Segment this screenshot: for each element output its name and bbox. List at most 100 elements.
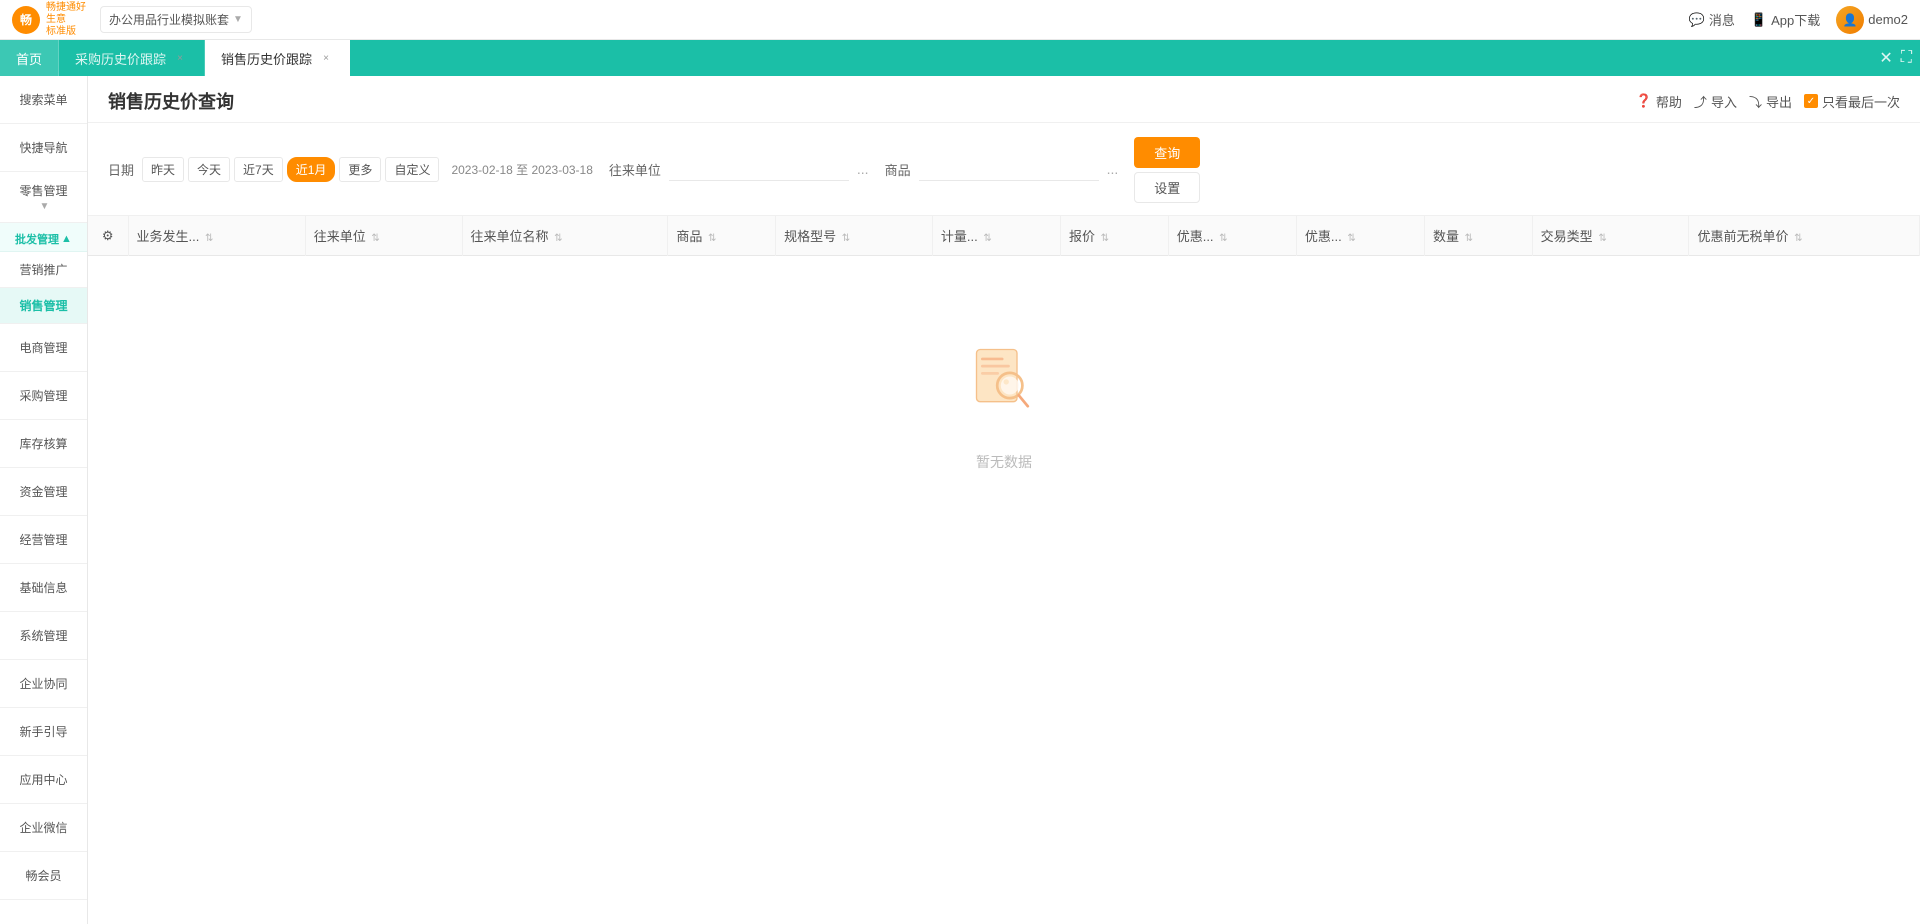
product-dots[interactable]: ... xyxy=(1107,161,1119,177)
empty-illustration xyxy=(954,336,1054,436)
import-action[interactable]: ⤴ 导入 xyxy=(1694,92,1737,111)
product-input[interactable] xyxy=(919,157,1099,181)
partner-filter-label: 往来单位 xyxy=(609,160,661,179)
main-layout: 搜索菜单 快捷导航 零售管理 ▼ 批发管理 ▲ 营销推广 销售管理 电商管理 采… xyxy=(0,76,1920,924)
finance-label: 资金管理 xyxy=(19,483,67,500)
last-only-checkbox[interactable]: ✓ 只看最后一次 xyxy=(1804,92,1900,111)
sidebar-item-marketing[interactable]: 营销推广 xyxy=(0,252,87,288)
table-header-row: ⚙ 业务发生... ⇅ 往来单位 ⇅ 往来单位名称 xyxy=(88,216,1920,256)
date-btn-yesterday[interactable]: 昨天 xyxy=(142,157,184,182)
search-menu-label: 搜索菜单 xyxy=(19,91,67,108)
page-title: 销售历史价查询 xyxy=(108,88,234,114)
th-spec[interactable]: 规格型号 ⇅ xyxy=(776,216,933,256)
product-filter-label: 商品 xyxy=(885,160,911,179)
app-selector[interactable]: 办公用品行业模拟账套 ▼ xyxy=(100,6,252,33)
th-partner[interactable]: 往来单位 ⇅ xyxy=(305,216,462,256)
tab-close-all-icon[interactable]: ✕ xyxy=(1879,48,1892,68)
checkbox-checked-icon: ✓ xyxy=(1804,94,1818,108)
sort-icon-quote: ⇅ xyxy=(1101,233,1109,244)
settings-button[interactable]: 设置 xyxy=(1134,172,1200,203)
th-pre-tax-price[interactable]: 优惠前无税单价 ⇅ xyxy=(1689,216,1920,256)
tab-purchase[interactable]: 采购历史价跟踪 × xyxy=(59,40,205,76)
sidebar-item-sales-mgmt[interactable]: 销售管理 xyxy=(0,288,87,324)
retail-mgmt-arrow: ▼ xyxy=(40,201,50,212)
th-quote[interactable]: 报价 ⇅ xyxy=(1061,216,1169,256)
app-download-nav[interactable]: 📱 App下载 xyxy=(1751,10,1820,29)
tab-sales[interactable]: 销售历史价跟踪 × xyxy=(205,40,350,76)
date-btn-custom[interactable]: 自定义 xyxy=(385,157,439,182)
logo-icon: 畅 xyxy=(12,6,40,34)
sort-icon-unit: ⇅ xyxy=(983,233,991,244)
sidebar-section-wholesale: 批发管理 ▲ xyxy=(0,223,87,252)
th-gear[interactable]: ⚙ xyxy=(88,216,128,256)
th-product[interactable]: 商品 ⇅ xyxy=(668,216,776,256)
empty-text: 暂无数据 xyxy=(976,452,1032,472)
empty-svg xyxy=(954,336,1044,426)
help-action[interactable]: ❓ 帮助 xyxy=(1636,92,1682,111)
partner-input[interactable] xyxy=(669,157,849,181)
sales-tab-close[interactable]: × xyxy=(318,50,334,66)
th-biz-date[interactable]: 业务发生... ⇅ xyxy=(128,216,305,256)
date-btn-more[interactable]: 更多 xyxy=(339,157,381,182)
export-label: 导出 xyxy=(1766,92,1792,111)
sort-icon-pre-tax-price: ⇅ xyxy=(1794,233,1802,244)
date-filter-group: 日期 昨天 今天 近7天 近1月 更多 自定义 2023-02-18 至 202… xyxy=(108,157,593,182)
sidebar-item-search-menu[interactable]: 搜索菜单 xyxy=(0,76,87,124)
sort-icon-discount1: ⇅ xyxy=(1219,233,1227,244)
sidebar-item-quick-nav[interactable]: 快捷导航 xyxy=(0,124,87,172)
top-bar: 畅 畅捷通好生意 标准版 办公用品行业模拟账套 ▼ 💬 消息 📱 App下载 👤… xyxy=(0,0,1920,40)
import-icon: ⤴ xyxy=(1694,92,1707,111)
sort-icon-quantity: ⇅ xyxy=(1465,233,1473,244)
sidebar: 搜索菜单 快捷导航 零售管理 ▼ 批发管理 ▲ 营销推广 销售管理 电商管理 采… xyxy=(0,76,88,924)
system-label: 系统管理 xyxy=(19,627,67,644)
sidebar-item-finance[interactable]: 资金管理 xyxy=(0,468,87,516)
tab-bar: 首页 采购历史价跟踪 × 销售历史价跟踪 × ✕ ⛶ xyxy=(0,40,1920,76)
guide-label: 新手引导 xyxy=(19,723,67,740)
purchase-tab-close[interactable]: × xyxy=(172,50,188,66)
sidebar-item-basic-info[interactable]: 基础信息 xyxy=(0,564,87,612)
sidebar-item-purchase[interactable]: 采购管理 xyxy=(0,372,87,420)
sidebar-item-wechat-work[interactable]: 企业微信 xyxy=(0,804,87,852)
date-btn-7days[interactable]: 近7天 xyxy=(234,157,283,182)
sidebar-item-enterprise-collab[interactable]: 企业协同 xyxy=(0,660,87,708)
home-tab-label: 首页 xyxy=(16,49,42,68)
tab-maximize-icon[interactable]: ⛶ xyxy=(1901,49,1912,67)
marketing-label: 营销推广 xyxy=(19,261,67,278)
th-trade-type[interactable]: 交易类型 ⇅ xyxy=(1532,216,1689,256)
sort-icon-discount2: ⇅ xyxy=(1347,233,1355,244)
th-quantity[interactable]: 数量 ⇅ xyxy=(1424,216,1532,256)
th-unit[interactable]: 计量... ⇅ xyxy=(932,216,1060,256)
purchase-label: 采购管理 xyxy=(19,387,67,404)
date-btn-1month[interactable]: 近1月 xyxy=(287,157,336,182)
date-btn-today[interactable]: 今天 xyxy=(188,157,230,182)
chevron-down-icon: ▼ xyxy=(233,14,243,25)
product-filter-group: 商品 ... xyxy=(885,157,1119,181)
sidebar-item-retail-mgmt[interactable]: 零售管理 ▼ xyxy=(0,172,87,223)
basic-info-label: 基础信息 xyxy=(19,579,67,596)
tab-home[interactable]: 首页 xyxy=(0,40,59,76)
sidebar-item-app-center[interactable]: 应用中心 xyxy=(0,756,87,804)
query-button[interactable]: 查询 xyxy=(1134,137,1200,168)
content-area: 销售历史价查询 ❓ 帮助 ⤴ 导入 ⤵ 导出 ✓ xyxy=(88,76,1920,924)
filter-bar: 日期 昨天 今天 近7天 近1月 更多 自定义 2023-02-18 至 202… xyxy=(88,123,1920,216)
user-nav[interactable]: 👤 demo2 xyxy=(1836,6,1908,34)
page-container: 销售历史价查询 ❓ 帮助 ⤴ 导入 ⤵ 导出 ✓ xyxy=(88,76,1920,924)
tab-bar-right: ✕ ⛶ xyxy=(1871,40,1920,76)
export-action[interactable]: ⤵ 导出 xyxy=(1749,92,1792,111)
sidebar-item-ecommerce[interactable]: 电商管理 xyxy=(0,324,87,372)
sidebar-item-business[interactable]: 经营管理 xyxy=(0,516,87,564)
partner-dots[interactable]: ... xyxy=(857,161,869,177)
th-discount1[interactable]: 优惠... ⇅ xyxy=(1168,216,1296,256)
message-nav[interactable]: 💬 消息 xyxy=(1689,10,1735,29)
gear-icon: ⚙ xyxy=(102,228,114,243)
sidebar-item-inventory[interactable]: 库存核算 xyxy=(0,420,87,468)
app-selector-label: 办公用品行业模拟账套 xyxy=(109,11,229,28)
sidebar-item-system[interactable]: 系统管理 xyxy=(0,612,87,660)
th-discount2[interactable]: 优惠... ⇅ xyxy=(1296,216,1424,256)
sidebar-item-member[interactable]: 畅会员 xyxy=(0,852,87,900)
sidebar-item-guide[interactable]: 新手引导 xyxy=(0,708,87,756)
table-container: ⚙ 业务发生... ⇅ 往来单位 ⇅ 往来单位名称 xyxy=(88,216,1920,552)
quick-nav-label: 快捷导航 xyxy=(19,139,67,156)
th-partner-name[interactable]: 往来单位名称 ⇅ xyxy=(462,216,668,256)
export-icon: ⤵ xyxy=(1749,92,1762,111)
